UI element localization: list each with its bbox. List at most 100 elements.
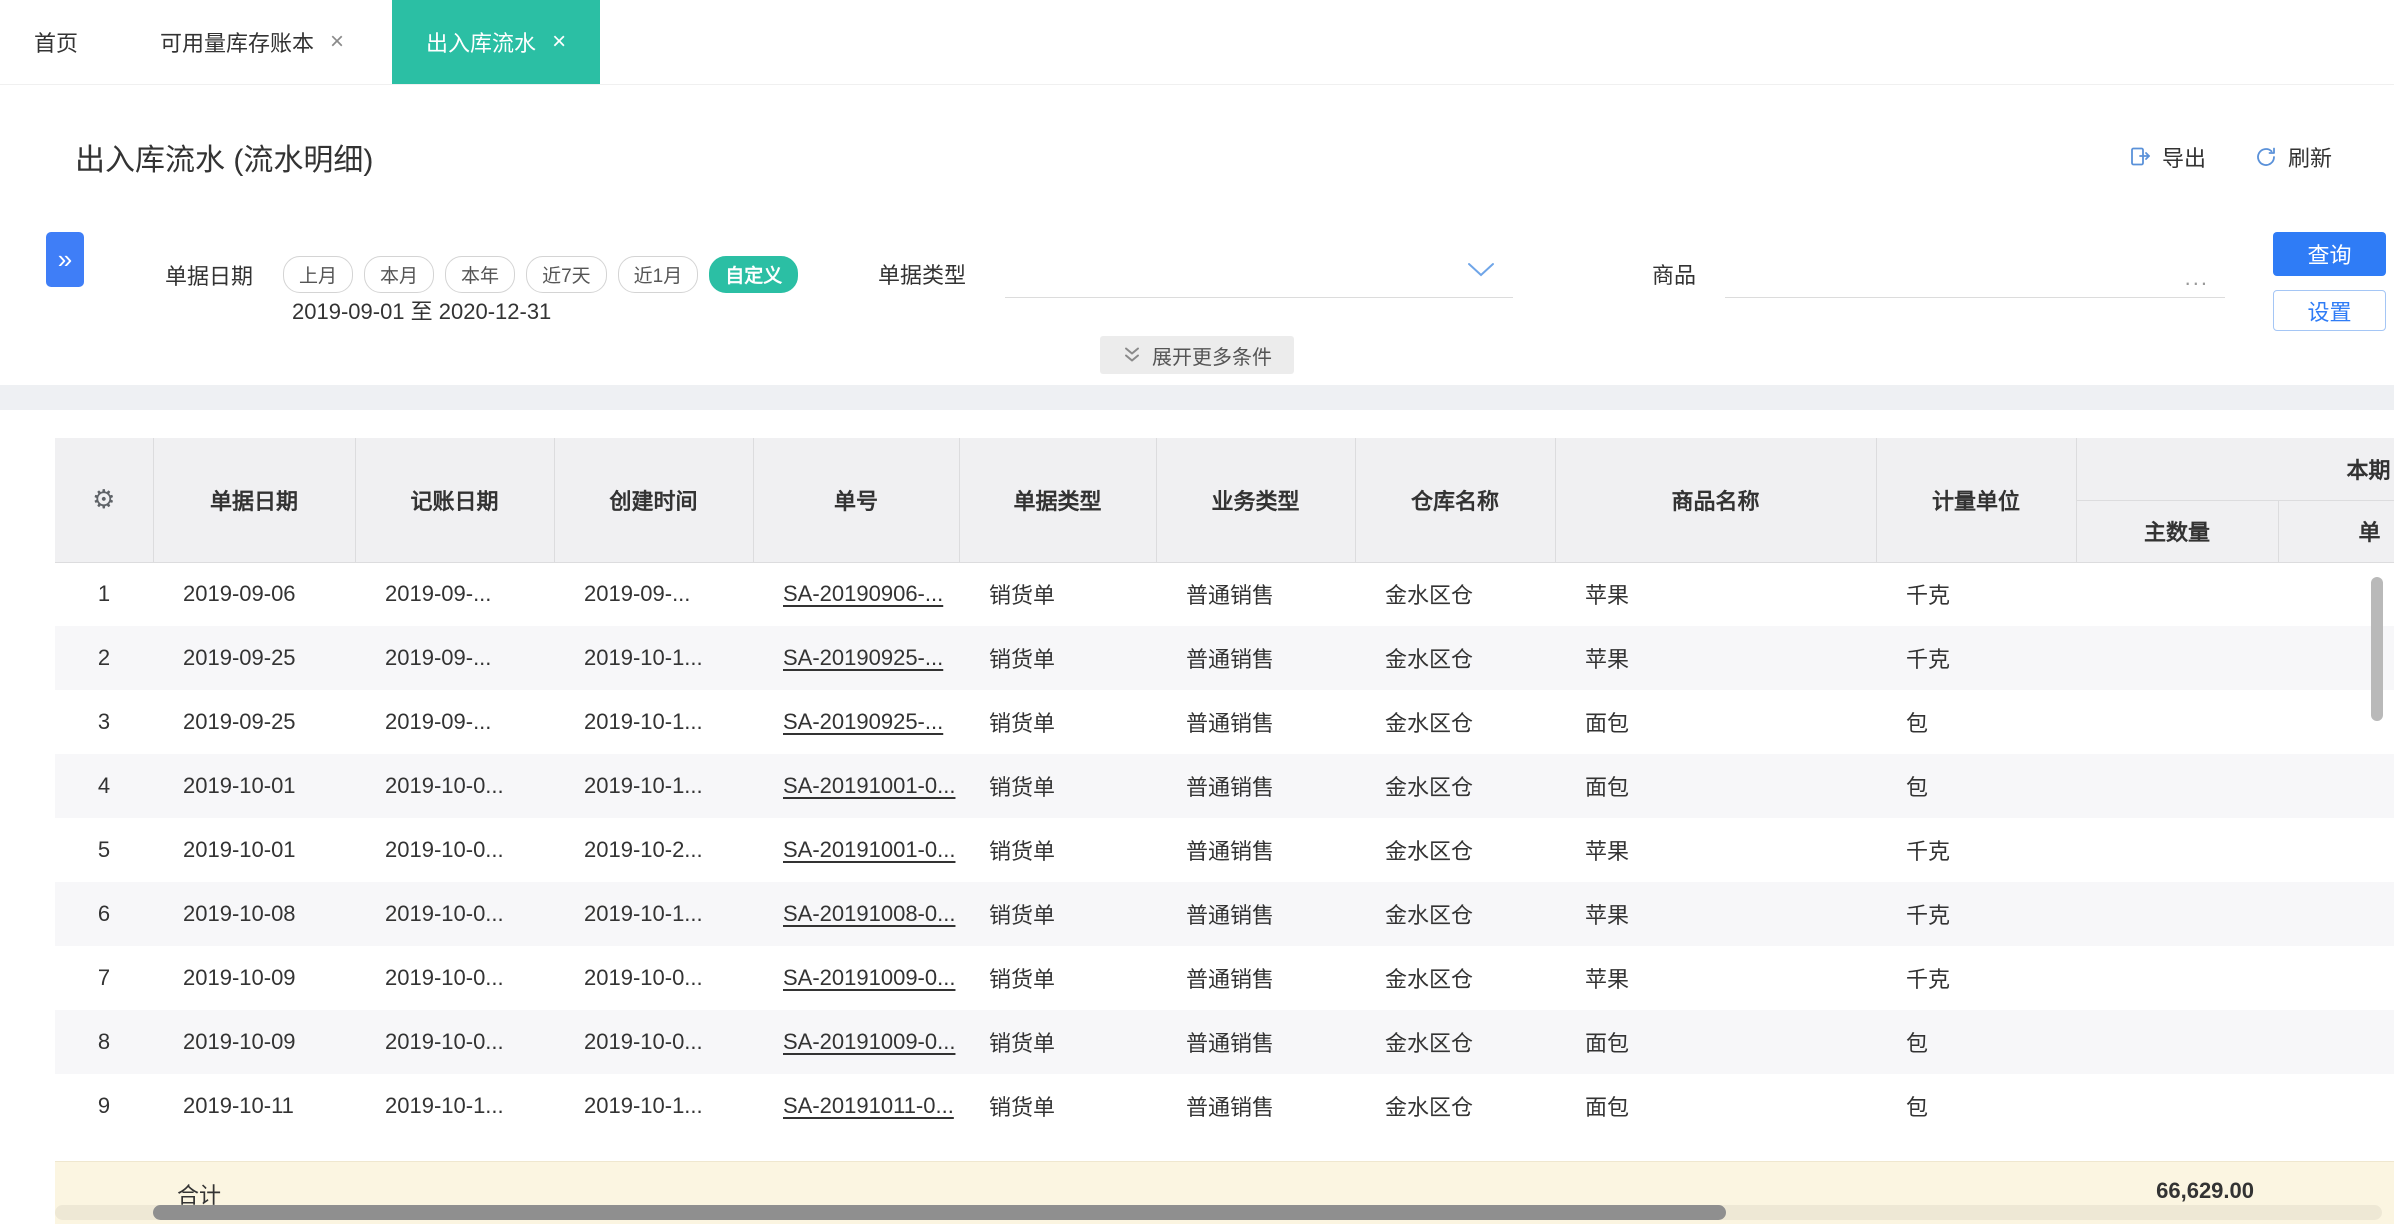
product-picker[interactable]: ... — [1725, 254, 2225, 298]
cell-doc-date: 2019-10-01 — [183, 773, 296, 798]
cell-create-time: 2019-10-1... — [584, 901, 703, 926]
cell-doc-no: SA-20191001-0... — [753, 818, 959, 882]
cell-main-qty — [2076, 946, 2278, 1010]
cell-create-time: 2019-10-1... — [584, 773, 703, 798]
doc-no-link[interactable]: SA-20191001-0... — [783, 773, 955, 798]
cell-doc-no: SA-20191008-0... — [753, 882, 959, 946]
doc-type-label: 单据类型 — [878, 263, 967, 288]
cell-doc-date: 2019-09-25 — [183, 645, 296, 670]
cell-doc-type: 销货单 — [989, 967, 1056, 992]
tab-inout-flow[interactable]: 出入库流水 × — [392, 0, 601, 84]
row-index: 5 — [97, 837, 111, 862]
col-doc-type: 单据类型 — [959, 438, 1157, 563]
tab-home[interactable]: 首页 — [0, 0, 112, 84]
cell-doc-date: 2019-09-06 — [183, 581, 296, 607]
cell-doc-no: SA-20191009-0... — [753, 946, 959, 1010]
query-button[interactable]: 查询 — [2273, 232, 2386, 276]
cell-doc-date: 2019-10-09 — [183, 965, 296, 990]
cell-account-date: 2019-10-0... — [385, 965, 504, 990]
col-main-qty: 主数量 — [2076, 500, 2279, 563]
cell-doc-date: 2019-10-01 — [183, 837, 296, 862]
cell-create-time: 2019-10-0... — [584, 965, 703, 990]
doc-no-link[interactable]: SA-20191001-0... — [783, 837, 955, 862]
row-index: 3 — [97, 709, 111, 734]
col-biz-type: 业务类型 — [1156, 438, 1356, 563]
cell-clipped — [2278, 882, 2394, 946]
quick-range-this-year[interactable]: 本年 — [445, 256, 516, 293]
page-title: 出入库流水 (流水明细) — [75, 143, 374, 177]
cell-warehouse: 金水区仓 — [1385, 1031, 1474, 1056]
date-filter-group: 单据日期 上月 本月 本年 近7天 近1月 自定义 — [165, 256, 799, 293]
doc-no-link[interactable]: SA-20191008-0... — [783, 901, 955, 926]
quick-range-7days[interactable]: 近7天 — [526, 256, 607, 293]
quick-range-custom[interactable]: 自定义 — [709, 256, 799, 293]
row-index: 8 — [97, 1029, 111, 1054]
horizontal-scrollbar-track[interactable] — [55, 1205, 2382, 1220]
column-settings-header: ⚙ — [55, 438, 154, 563]
cell-doc-type: 销货单 — [989, 775, 1056, 800]
row-index: 6 — [97, 901, 111, 926]
doc-no-link[interactable]: SA-20191009-0... — [783, 1029, 955, 1054]
doc-no-link[interactable]: SA-20190925-... — [783, 709, 943, 734]
col-product: 商品名称 — [1555, 438, 1877, 563]
refresh-icon — [2254, 145, 2278, 169]
cell-warehouse: 金水区仓 — [1385, 903, 1474, 928]
refresh-button[interactable]: 刷新 — [2254, 141, 2332, 173]
expand-more-conditions-button[interactable]: 展开更多条件 — [1100, 336, 1294, 374]
vertical-scrollbar[interactable] — [2371, 577, 2383, 721]
cell-create-time: 2019-10-1... — [584, 1093, 703, 1118]
close-icon[interactable]: × — [330, 30, 344, 54]
cell-warehouse: 金水区仓 — [1385, 775, 1474, 800]
ellipsis-icon[interactable]: ... — [2185, 265, 2209, 291]
cell-doc-type: 销货单 — [989, 1031, 1056, 1056]
cell-doc-date: 2019-10-09 — [183, 1029, 296, 1054]
table-row: 7 2019-10-09 2019-10-0... 2019-10-0... S… — [55, 946, 2394, 1010]
cell-main-qty — [2076, 562, 2278, 626]
doc-no-link[interactable]: SA-20190906-... — [783, 581, 943, 606]
cell-create-time: 2019-10-0... — [584, 1029, 703, 1054]
doc-no-link[interactable]: SA-20191009-0... — [783, 965, 955, 990]
cell-product: 苹果 — [1585, 903, 1630, 928]
cell-doc-no: SA-20191009-0... — [753, 1010, 959, 1074]
cell-doc-no: SA-20190925-... — [753, 626, 959, 690]
cell-warehouse: 金水区仓 — [1385, 647, 1474, 672]
cell-unit: 包 — [1906, 711, 1929, 736]
cell-product: 面包 — [1585, 1031, 1630, 1056]
date-field-label: 单据日期 — [165, 263, 254, 289]
cell-product: 面包 — [1585, 711, 1630, 736]
export-button[interactable]: 导出 — [2128, 141, 2206, 173]
doc-no-link[interactable]: SA-20191011-0... — [783, 1093, 954, 1118]
horizontal-scrollbar-thumb[interactable] — [153, 1205, 1726, 1220]
collapse-filter-button[interactable]: » — [46, 232, 84, 287]
cell-product: 面包 — [1585, 775, 1630, 800]
cell-biz-type: 普通销售 — [1186, 903, 1275, 928]
cell-account-date: 2019-10-0... — [385, 773, 504, 798]
cell-account-date: 2019-09-... — [385, 709, 492, 734]
tab-inventory-ledger[interactable]: 可用量库存账本 × — [126, 0, 378, 84]
cell-main-qty — [2076, 882, 2278, 946]
cell-doc-no: SA-20191011-0... — [753, 1074, 959, 1138]
gear-icon[interactable]: ⚙ — [92, 484, 115, 514]
cell-doc-type: 销货单 — [989, 839, 1056, 864]
cell-account-date: 2019-09-... — [385, 645, 492, 670]
section-divider — [0, 385, 2394, 410]
doc-no-link[interactable]: SA-20190925-... — [783, 645, 943, 670]
cell-unit: 千克 — [1906, 839, 1951, 864]
cell-biz-type: 普通销售 — [1186, 839, 1275, 864]
cell-product: 苹果 — [1585, 583, 1630, 609]
cell-biz-type: 普通销售 — [1186, 967, 1275, 992]
settings-button[interactable]: 设置 — [2273, 290, 2386, 331]
date-range-value[interactable]: 2019-09-01 至 2020-12-31 — [292, 294, 551, 326]
quick-range-last-month[interactable]: 上月 — [283, 256, 354, 293]
row-index: 7 — [97, 965, 111, 990]
cell-account-date: 2019-09-... — [385, 581, 492, 607]
col-doc-date: 单据日期 — [153, 438, 356, 563]
cell-main-qty — [2076, 818, 2278, 882]
quick-range-1month[interactable]: 近1月 — [617, 256, 699, 293]
quick-range-this-month[interactable]: 本月 — [364, 256, 435, 293]
table-row: 6 2019-10-08 2019-10-0... 2019-10-1... S… — [55, 882, 2394, 946]
close-icon[interactable]: × — [552, 30, 566, 54]
row-index: 9 — [97, 1093, 111, 1118]
doc-type-select[interactable] — [1005, 254, 1513, 298]
cell-unit: 千克 — [1906, 647, 1951, 672]
